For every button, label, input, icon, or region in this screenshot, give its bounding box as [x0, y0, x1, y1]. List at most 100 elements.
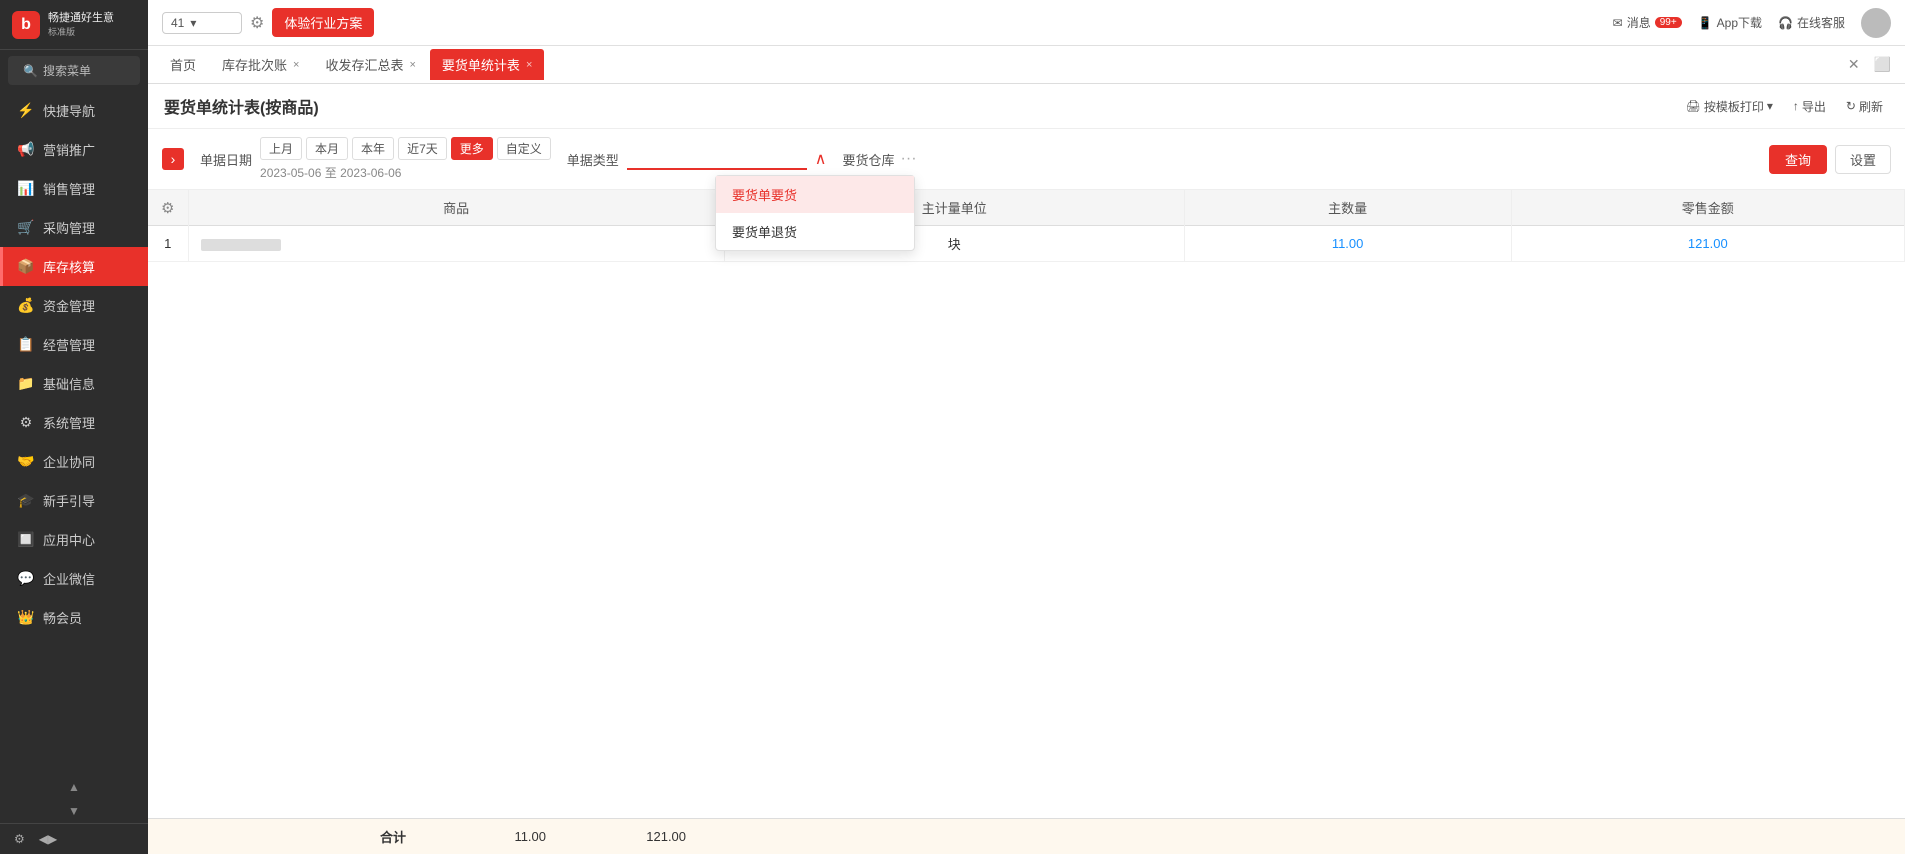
settings-btn[interactable]: 设置: [1835, 145, 1891, 174]
app-label: App下载: [1717, 14, 1762, 31]
refresh-label: 刷新: [1859, 98, 1883, 115]
td-quantity[interactable]: 11.00: [1184, 226, 1511, 262]
sidebar-scroll-down[interactable]: ▼: [0, 799, 148, 823]
type-filter-label: 单据类型: [567, 150, 619, 169]
tab-stock-batch-close[interactable]: ×: [293, 59, 299, 71]
msg-label: 消息: [1627, 14, 1651, 31]
type-filter-group: 单据类型 ∧: [567, 149, 827, 170]
topbar: 41 ▾ ⚙ 体验行业方案 ✉ 消息 99+ 📱 App下载 🎧 在线客服: [148, 0, 1905, 46]
refresh-icon: ↻: [1846, 99, 1856, 113]
sidebar-settings-btn[interactable]: ⚙: [14, 832, 25, 846]
topbar-service-btn[interactable]: 🎧 在线客服: [1778, 14, 1845, 31]
td-amount[interactable]: 121.00: [1511, 226, 1904, 262]
guide-label: 新手引导: [43, 491, 95, 510]
system-icon: ⚙: [17, 414, 35, 431]
sidebar-item-marketing[interactable]: 📢 营销推广: [0, 130, 148, 169]
sidebar-item-inventory[interactable]: 📦 库存核算: [0, 247, 148, 286]
sidebar-collapse-btn[interactable]: ◀▶: [39, 832, 57, 846]
table-row: 1 块 11.00 121.00: [148, 226, 1905, 262]
date-btn-7days[interactable]: 近7天: [398, 137, 447, 160]
export-btn[interactable]: ↑ 导出: [1787, 95, 1832, 118]
page-title: 要货单统计表(按商品): [164, 94, 319, 118]
logo-text: 畅捷通好生意 标准版: [48, 11, 114, 38]
tab-recv-summary[interactable]: 收发存汇总表 ×: [313, 49, 427, 80]
dropdown-item-order-return-label: 要货单退货: [732, 225, 797, 240]
sidebar-item-base-info[interactable]: 📁 基础信息: [0, 364, 148, 403]
sidebar-item-guide[interactable]: 🎓 新手引导: [0, 481, 148, 520]
quick-nav-label: 快捷导航: [43, 101, 95, 120]
sidebar-scroll-up[interactable]: ▲: [0, 775, 148, 799]
sidebar-item-app-center[interactable]: 🔲 应用中心: [0, 520, 148, 559]
topbar-left: 41 ▾ ⚙ 体验行业方案: [162, 8, 1603, 37]
dropdown-item-order-normal[interactable]: 要货单要货: [716, 176, 914, 213]
tab-home[interactable]: 首页: [158, 49, 208, 80]
data-table-wrapper: ⚙ 商品 主计量单位 主数量 零售金额 1 块: [148, 190, 1905, 818]
brand-sub: 标准版: [48, 25, 114, 38]
data-table: ⚙ 商品 主计量单位 主数量 零售金额 1 块: [148, 190, 1905, 262]
base-info-icon: 📁: [17, 375, 35, 392]
sidebar-item-system[interactable]: ⚙ 系统管理: [0, 403, 148, 442]
sidebar-item-wechat[interactable]: 💬 企业微信: [0, 559, 148, 598]
print-label: 按模板打印: [1704, 98, 1764, 115]
tab-order-summary-label: 要货单统计表: [442, 55, 520, 74]
enterprise-icon: 🤝: [17, 453, 35, 470]
sidebar-item-sales[interactable]: 📊 销售管理: [0, 169, 148, 208]
tab-order-summary[interactable]: 要货单统计表 ×: [430, 49, 544, 80]
user-avatar[interactable]: [1861, 8, 1891, 38]
tab-recv-summary-label: 收发存汇总表: [325, 55, 403, 74]
store-select[interactable]: 41 ▾: [162, 12, 242, 34]
query-btn[interactable]: 查询: [1769, 145, 1827, 174]
quick-nav-icon: ⚡: [17, 102, 35, 119]
filter-bar: › 单据日期 上月 本月 本年 近7天 更多 自定义 2023-05-06 至 …: [148, 129, 1905, 190]
sidebar-item-member[interactable]: 👑 畅会员: [0, 598, 148, 637]
date-btn-custom[interactable]: 自定义: [497, 137, 551, 160]
filter-actions: 查询 设置: [1769, 145, 1891, 174]
type-dropdown-arrow[interactable]: ∧: [815, 149, 827, 169]
filter-expand-btn[interactable]: ›: [162, 148, 184, 170]
enterprise-label: 企业协同: [43, 452, 95, 471]
print-btn[interactable]: 🖨 按模板打印 ▾: [1680, 95, 1779, 118]
column-settings-icon[interactable]: ⚙: [161, 200, 174, 217]
th-quantity: 主数量: [1184, 190, 1511, 226]
sidebar-item-finance[interactable]: 💰 资金管理: [0, 286, 148, 325]
amount-link[interactable]: 121.00: [1688, 236, 1728, 251]
industry-btn[interactable]: 体验行业方案: [272, 8, 374, 37]
tab-stock-batch[interactable]: 库存批次账 ×: [210, 49, 311, 80]
tab-order-summary-close[interactable]: ×: [526, 59, 532, 71]
refresh-btn[interactable]: ↻ 刷新: [1840, 95, 1889, 118]
sidebar-search[interactable]: 🔍 搜索菜单: [8, 56, 140, 85]
page-actions: 🖨 按模板打印 ▾ ↑ 导出 ↻ 刷新: [1680, 95, 1889, 118]
chevron-down-icon: ▾: [190, 16, 196, 30]
th-settings[interactable]: ⚙: [148, 190, 188, 226]
sidebar-item-operations[interactable]: 📋 经营管理: [0, 325, 148, 364]
date-btn-this-year[interactable]: 本年: [352, 137, 394, 160]
topbar-gear-icon[interactable]: ⚙: [250, 13, 264, 33]
tab-home-label: 首页: [170, 55, 196, 74]
date-btn-this-month[interactable]: 本月: [306, 137, 348, 160]
sidebar-item-enterprise[interactable]: 🤝 企业协同: [0, 442, 148, 481]
td-seq: 1: [148, 226, 188, 262]
sidebar-item-purchase[interactable]: 🛒 采购管理: [0, 208, 148, 247]
tabs-more-btn[interactable]: ⬜: [1870, 54, 1895, 75]
brand-name: 畅捷通好生意: [48, 11, 114, 25]
sidebar: b 畅捷通好生意 标准版 🔍 搜索菜单 ⚡ 快捷导航 📢 营销推广 📊 销售管理…: [0, 0, 148, 854]
type-filter-input[interactable]: [627, 149, 807, 170]
quantity-link[interactable]: 11.00: [1332, 236, 1364, 251]
base-info-label: 基础信息: [43, 374, 95, 393]
service-label: 在线客服: [1797, 14, 1845, 31]
date-btn-last-month[interactable]: 上月: [260, 137, 302, 160]
table-footer: 合计 11.00 121.00: [148, 818, 1905, 854]
headset-icon: 🎧: [1778, 16, 1793, 30]
warehouse-more-btn[interactable]: ···: [901, 150, 917, 168]
finance-label: 资金管理: [43, 296, 95, 315]
tab-stock-batch-label: 库存批次账: [222, 55, 287, 74]
tabs-close-all-btn[interactable]: ✕: [1844, 54, 1864, 75]
tab-recv-summary-close[interactable]: ×: [409, 59, 415, 71]
td-product: [188, 226, 724, 262]
dropdown-item-order-return[interactable]: 要货单退货: [716, 213, 914, 250]
warehouse-filter-label: 要货仓库: [843, 150, 895, 169]
sidebar-item-quick-nav[interactable]: ⚡ 快捷导航: [0, 91, 148, 130]
topbar-msg-btn[interactable]: ✉ 消息 99+: [1613, 14, 1682, 31]
date-btn-more[interactable]: 更多: [451, 137, 493, 160]
topbar-app-btn[interactable]: 📱 App下载: [1698, 14, 1762, 31]
